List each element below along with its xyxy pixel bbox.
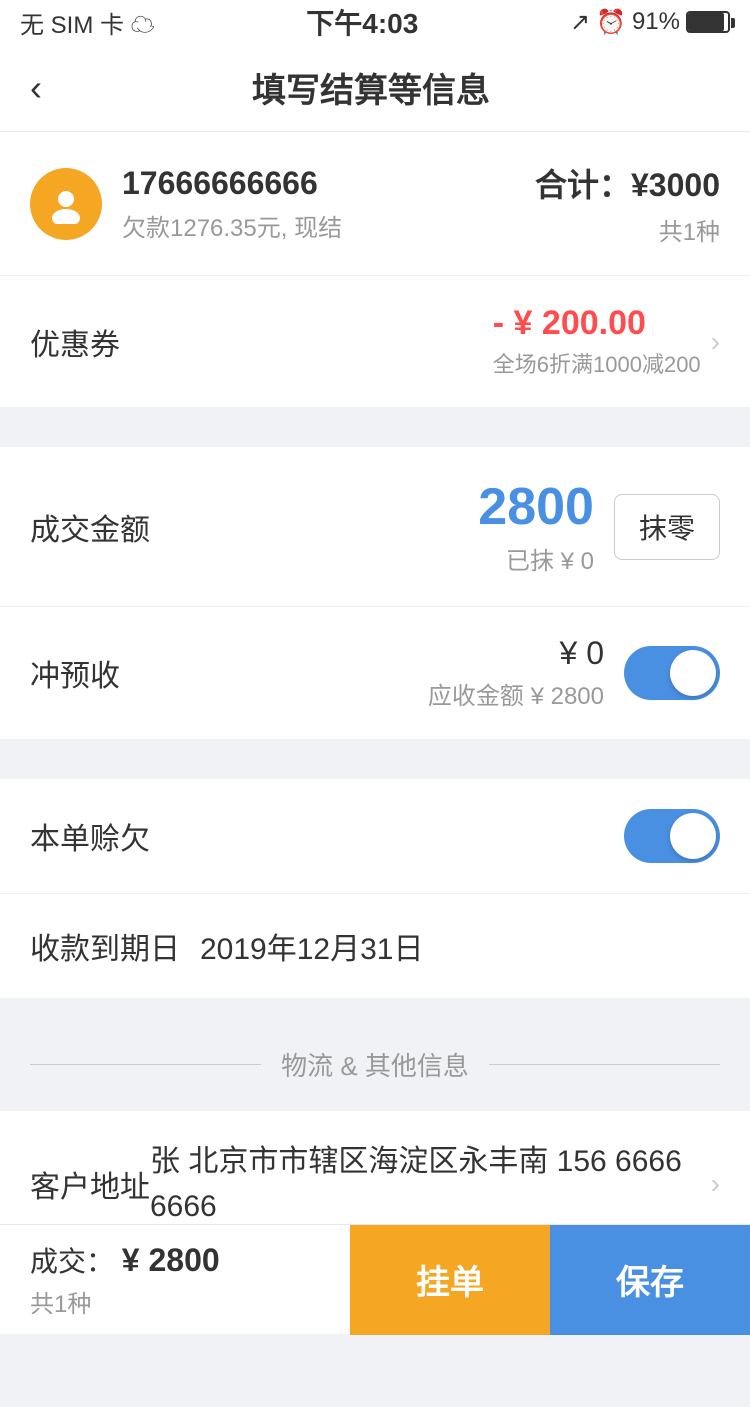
debt-card: 本单赊欠 收款到期日 2019年12月31日 [0,779,750,998]
save-button[interactable]: 保存 [550,1225,750,1335]
customer-card: 17666666666 欠款1276.35元, 现结 合计：¥3000 共1种 … [0,132,750,407]
address-value: 张 北京市市辖区海淀区永丰南 156 6666 6666 [150,1139,711,1229]
back-button[interactable]: ‹ [30,67,42,109]
total-sub: 共1种 [535,212,720,247]
customer-phone: 17666666666 [122,165,535,202]
coupon-desc: 全场6折满1000减200 [493,347,701,379]
battery-icon [686,11,730,33]
amount-label: 成交金额 [30,505,478,549]
amount-right: 2800 已抹 ¥ 0 抹零 [478,477,720,576]
coupon-right: - ¥ 200.00 全场6折满1000减200 › [493,304,720,379]
bottom-bar: 成交： ¥ 2800 共1种 挂单 保存 [0,1224,750,1334]
amount-value-wrap: 2800 已抹 ¥ 0 [478,477,594,576]
page-title: 填写结算等信息 [62,63,680,112]
bottom-sub: 共1种 [30,1284,320,1319]
status-left: 无 SIM 卡 ☁ [20,5,155,40]
customer-total: 合计：¥3000 共1种 [535,160,720,247]
bottom-amount-row: 成交： ¥ 2800 [30,1240,320,1280]
due-date-value: 2019年12月31日 [200,924,423,968]
logistics-title: 物流 & 其他信息 [281,1046,469,1083]
customer-row: 17666666666 欠款1276.35元, 现结 合计：¥3000 共1种 [0,132,750,275]
round-button[interactable]: 抹零 [614,494,720,560]
divider-2 [0,759,750,779]
prepay-sub: 应收金额 ¥ 2800 [428,676,604,711]
customer-info: 17666666666 欠款1276.35元, 现结 [122,165,535,243]
debt-row: 本单赊欠 [0,779,750,893]
address-label: 客户地址 [30,1162,150,1206]
status-right: ↗ ⏰ 91% [570,8,730,37]
prepay-row: 冲预收 ¥ 0 应收金额 ¥ 2800 [0,606,750,739]
sim-status: 无 SIM 卡 ☁ [20,5,155,40]
avatar [30,168,102,240]
amount-row: 成交金额 2800 已抹 ¥ 0 抹零 [0,447,750,606]
pending-button[interactable]: 挂单 [350,1225,550,1335]
debt-toggle-knob [670,813,716,859]
alarm-icon: ⏰ [596,8,626,37]
prepay-amount: ¥ 0 [428,635,604,672]
prepay-toggle[interactable] [624,646,720,700]
amount-card: 成交金额 2800 已抹 ¥ 0 抹零 冲预收 ¥ 0 应收金额 ¥ 2800 [0,447,750,739]
nav-bar: ‹ 填写结算等信息 [0,44,750,132]
toggle-knob [670,650,716,696]
battery-percent: 91% [632,8,680,36]
logistics-section-bar: 物流 & 其他信息 [0,1018,750,1111]
debt-label: 本单赊欠 [30,814,624,858]
due-date-label: 收款到期日 [30,924,180,968]
due-date-row: 收款到期日 2019年12月31日 [0,893,750,998]
prepay-right: ¥ 0 应收金额 ¥ 2800 [428,635,720,711]
bottom-amount: ¥ 2800 [122,1242,220,1278]
customer-sub-info: 欠款1276.35元, 现结 [122,208,535,243]
prepay-amount-wrap: ¥ 0 应收金额 ¥ 2800 [428,635,604,711]
status-bar: 无 SIM 卡 ☁ 下午4:03 ↗ ⏰ 91% [0,0,750,44]
total-amount: 合计：¥3000 [535,160,720,206]
address-chevron-icon: › [711,1168,720,1200]
coupon-info: - ¥ 200.00 全场6折满1000减200 [493,304,701,379]
bottom-info: 成交： ¥ 2800 共1种 [0,1240,350,1319]
debt-toggle[interactable] [624,809,720,863]
prepay-label: 冲预收 [30,651,428,695]
location-icon: ↗ [570,8,590,37]
coupon-row[interactable]: 优惠券 - ¥ 200.00 全场6折满1000减200 › [0,275,750,407]
divider-1 [0,427,750,447]
section-line-right [489,1064,720,1065]
amount-sub: 已抹 ¥ 0 [478,541,594,576]
section-line-left [30,1064,261,1065]
coupon-label: 优惠券 [30,320,493,364]
coupon-chevron-icon: › [711,326,720,358]
coupon-discount: - ¥ 200.00 [493,304,701,343]
bottom-prefix: 成交： [30,1246,114,1277]
amount-value: 2800 [478,477,594,537]
status-time: 下午4:03 [306,2,418,42]
